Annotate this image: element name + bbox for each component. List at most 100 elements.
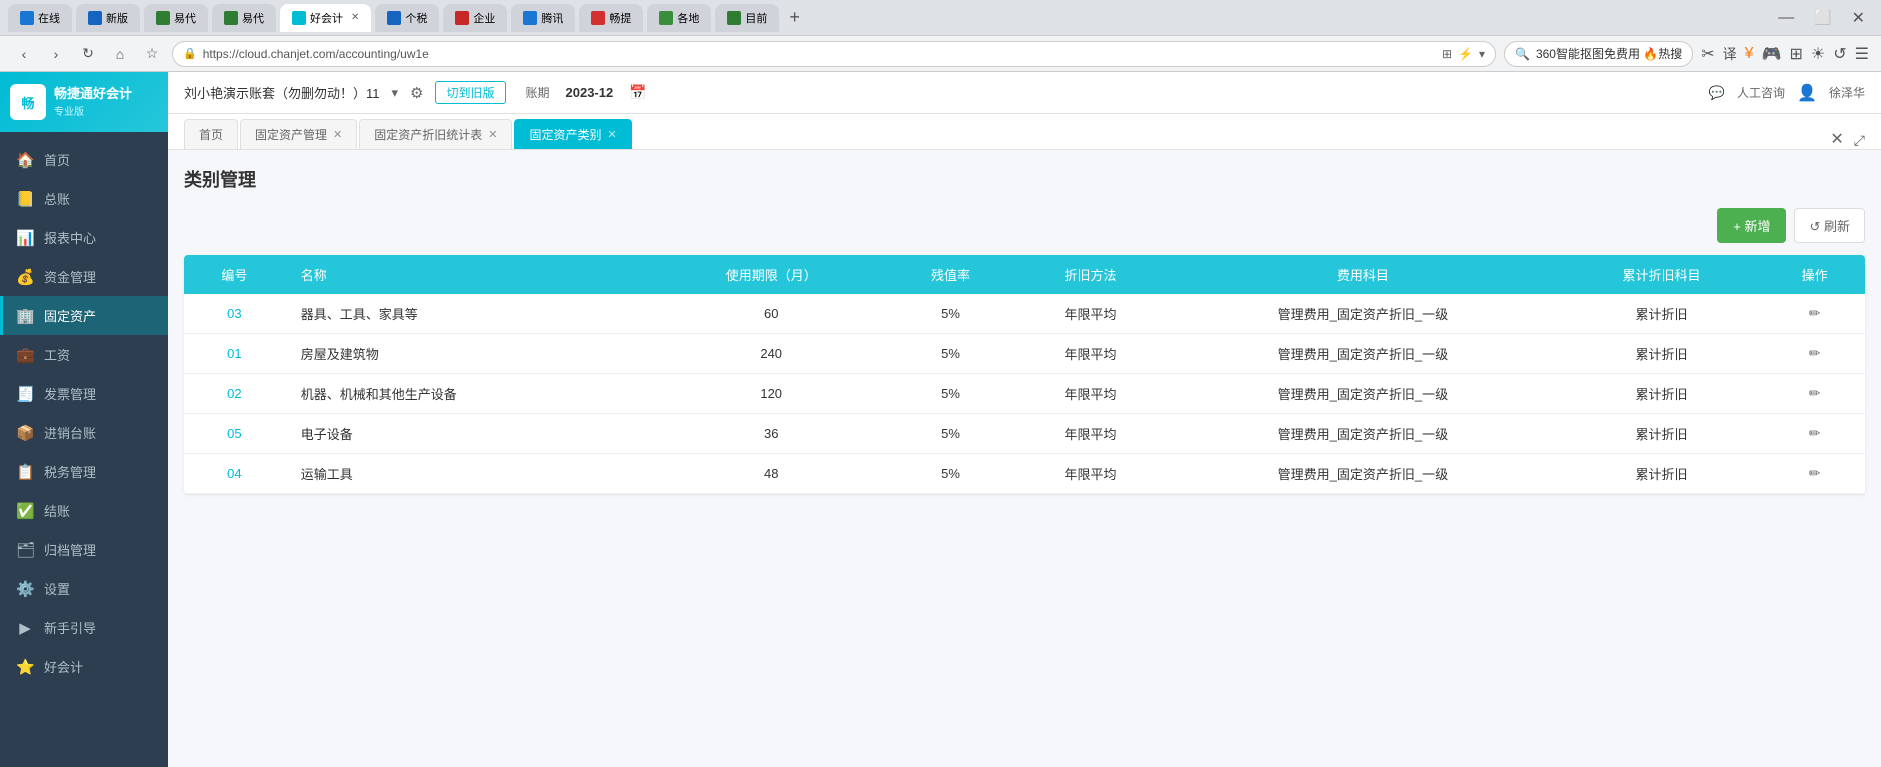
maximize-icon[interactable]: ⬜ [1806,9,1839,26]
translate-icon[interactable]: 译 [1723,44,1737,64]
grid-icon[interactable]: ⊞ [1790,44,1803,64]
undo-icon[interactable]: ↺ [1833,44,1846,64]
lightning-icon[interactable]: ⚡ [1458,47,1473,61]
edit-icon[interactable]: ✏ [1809,425,1821,441]
sidebar-label-funds: 资金管理 [44,267,96,286]
cell-acc-dep: 累计折旧 [1559,454,1764,494]
sidebar-item-home[interactable]: 🏠 首页 [0,140,168,179]
refresh-button[interactable]: ↺ 刷新 [1794,208,1865,243]
brand-sub: 专业版 [54,103,132,118]
cell-action: ✏ [1764,294,1865,334]
sidebar-item-more[interactable]: ⭐ 好会计 [0,647,168,686]
sidebar-label-invoice: 发票管理 [44,384,96,403]
game-icon[interactable]: 🎮 [1762,44,1782,64]
calendar-icon[interactable]: 📅 [629,84,646,101]
dropdown-account-icon[interactable]: ▾ [392,85,399,101]
reload-button[interactable]: ↻ [76,42,100,66]
period-value: 2023-12 [566,85,614,100]
tab-fixed-asset-dep-label: 固定资产折旧统计表 [374,126,482,143]
menu-icon[interactable]: ☰ [1855,44,1869,64]
address-bar[interactable]: 🔒 https://cloud.chanjet.com/accounting/u… [172,41,1496,67]
expand-page-icon[interactable]: ⤢ [1854,132,1865,149]
site-info-icon[interactable]: ⊞ [1442,47,1452,61]
switch-to-old-btn[interactable]: 切到旧版 [435,81,505,104]
close-window-icon[interactable]: ✕ [1844,8,1873,28]
top-bar: 刘小艳演示账套（勿删勿动！）11 ▾ ⚙ 切到旧版 账期 2023-12 📅 💬… [168,72,1881,114]
home-button[interactable]: ⌂ [108,42,132,66]
page-tab-bar: 首页 固定资产管理 ✕ 固定资产折旧统计表 ✕ 固定资产类别 ✕ ✕ ⤢ [168,114,1881,150]
browser-tab-zaixin[interactable]: 在线 [8,4,72,32]
sidebar-label-settle: 结账 [44,501,70,520]
wallet-icon[interactable]: ¥ [1745,45,1754,63]
tab-fixed-asset-mgr[interactable]: 固定资产管理 ✕ [240,119,357,149]
cell-months: 60 [655,294,887,334]
brand-name: 畅捷通好会计 [54,86,132,103]
sidebar-item-guide[interactable]: ▶ 新手引导 [0,608,168,647]
browser-tab-gedi[interactable]: 各地 [647,4,711,32]
tab-fixed-asset-dep[interactable]: 固定资产折旧统计表 ✕ [359,119,512,149]
table-row: 01 房屋及建筑物 240 5% 年限平均 管理费用_固定资产折旧_一级 累计折… [184,334,1865,374]
sidebar-item-reports[interactable]: 📊 报表中心 [0,218,168,257]
sidebar-item-salary[interactable]: 💼 工资 [0,335,168,374]
browser-tab-yidai2[interactable]: 易代 [212,4,276,32]
cell-name: 电子设备 [285,414,656,454]
forward-button[interactable]: › [44,42,68,66]
cell-expense: 管理费用_固定资产折旧_一级 [1167,374,1559,414]
add-button[interactable]: + 新增 [1717,208,1786,243]
browser-tab-qiye[interactable]: 企业 [443,4,507,32]
sidebar-item-invoice[interactable]: 🧾 发票管理 [0,374,168,413]
bookmark-button[interactable]: ☆ [140,42,164,66]
edit-icon[interactable]: ✏ [1809,465,1821,481]
tab-label: 易代 [174,10,196,26]
cell-residual: 5% [887,334,1014,374]
sidebar-item-ledger[interactable]: 📒 总账 [0,179,168,218]
cell-acc-dep: 累计折旧 [1559,374,1764,414]
browser-tab-muqian[interactable]: 目前 [715,4,779,32]
brightness-icon[interactable]: ☀ [1811,44,1825,64]
username-label: 徐泽华 [1829,84,1865,101]
back-button[interactable]: ‹ [12,42,36,66]
search-bar[interactable]: 🔍 360智能抠图免费用 🔥热搜 [1504,41,1693,67]
sidebar-label-guide: 新手引导 [44,618,96,637]
close-page-icon[interactable]: ✕ [1830,129,1843,149]
sidebar-item-funds[interactable]: 💰 资金管理 [0,257,168,296]
sidebar-item-settle[interactable]: ✅ 结账 [0,491,168,530]
close-tab-icon[interactable]: ✕ [351,12,359,23]
sidebar-item-settings[interactable]: ⚙️ 设置 [0,569,168,608]
scissors-icon[interactable]: ✂ [1701,44,1714,64]
tab-fixed-asset-mgr-label: 固定资产管理 [255,126,327,143]
tab-home[interactable]: 首页 [184,119,238,149]
edit-icon[interactable]: ✏ [1809,345,1821,361]
browser-tab-tengxun[interactable]: 腾讯 [511,4,575,32]
browser-tab-changti[interactable]: 畅提 [579,4,643,32]
col-header-acc-dep: 累计折旧科目 [1559,255,1764,294]
edit-icon[interactable]: ✏ [1809,305,1821,321]
sidebar-item-tax[interactable]: 📋 税务管理 [0,452,168,491]
minimize-icon[interactable]: — [1770,9,1802,27]
edit-icon[interactable]: ✏ [1809,385,1821,401]
consult-label[interactable]: 人工咨询 [1737,84,1785,101]
close-tab-fixed-mgr-icon[interactable]: ✕ [333,128,342,141]
browser-tab-geshui[interactable]: 个税 [375,4,439,32]
tab-label: 好会计 [310,10,343,26]
close-tab-fixed-cat-icon[interactable]: ✕ [608,128,617,141]
sidebar-item-archive[interactable]: 🗂 归档管理 [0,530,168,569]
cell-residual: 5% [887,294,1014,334]
ssl-lock-icon: 🔒 [183,47,197,60]
browser-tab-haokuaiji[interactable]: 好会计 ✕ [280,4,371,32]
settings-cog-icon[interactable]: ⚙ [410,84,423,102]
tab-label: 易代 [242,10,264,26]
sidebar-item-inventory[interactable]: 📦 进销台账 [0,413,168,452]
browser-tab-bar: 在线 新版 易代 易代 好会计 ✕ 个税 企业 腾讯 畅提 各地 目前 + [0,0,1881,36]
browser-tab-yidai1[interactable]: 易代 [144,4,208,32]
close-tab-fixed-dep-icon[interactable]: ✕ [488,128,497,141]
dropdown-icon[interactable]: ▾ [1479,47,1485,61]
col-header-name: 名称 [285,255,656,294]
new-tab-btn[interactable]: + [783,7,806,28]
tab-fixed-asset-cat[interactable]: 固定资产类别 ✕ [514,119,631,149]
sidebar-label-fixed-assets: 固定资产 [44,306,96,325]
cell-residual: 5% [887,414,1014,454]
browser-tab-xinban[interactable]: 新版 [76,4,140,32]
guide-icon: ▶ [16,619,34,637]
sidebar-item-fixed-assets[interactable]: 🏢 固定资产 [0,296,168,335]
